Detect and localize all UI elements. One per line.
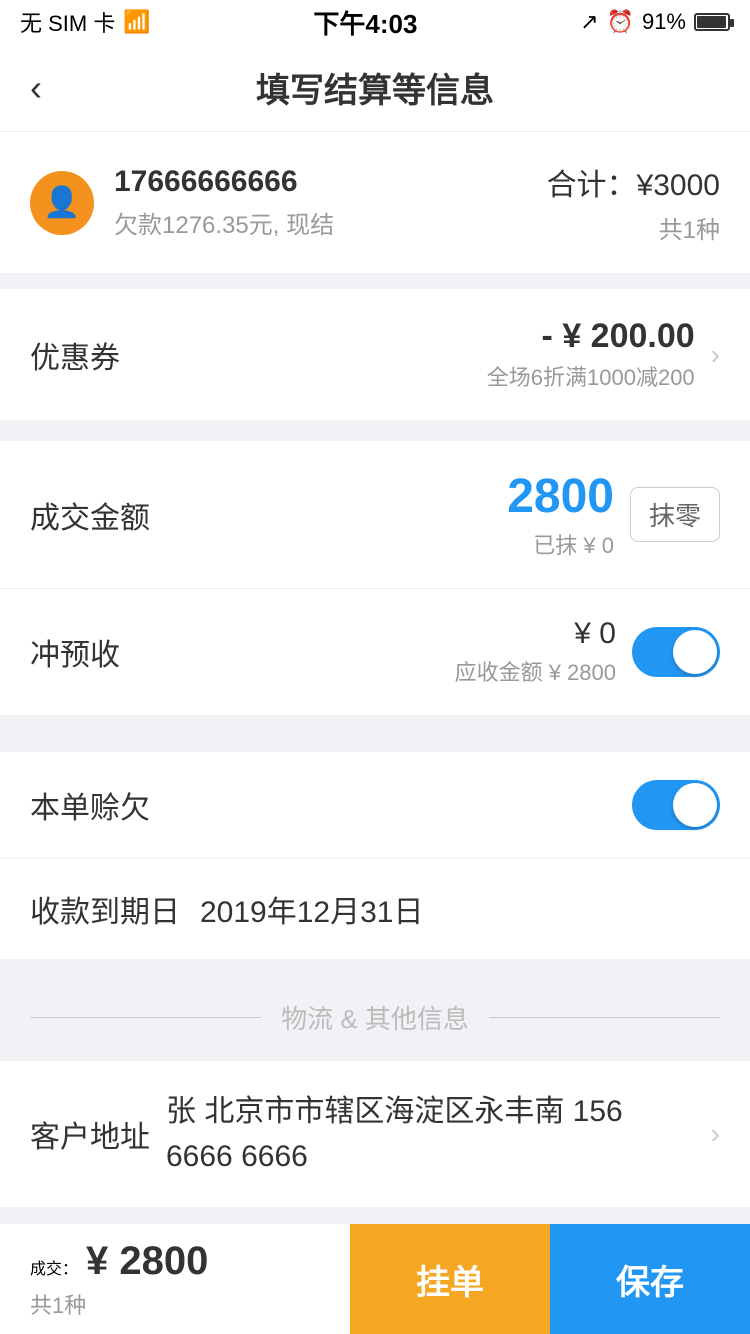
debit-label: 本单赊欠 xyxy=(30,783,150,827)
section-divider-2 xyxy=(0,716,750,736)
zero-button[interactable]: 抹零 xyxy=(630,487,720,542)
debit-row: 本单赊欠 xyxy=(0,752,750,858)
alarm-icon: ⏰ xyxy=(607,9,634,35)
divider-line-left xyxy=(30,1017,261,1018)
carrier-label: 无 SIM 卡 xyxy=(20,6,115,38)
logistics-divider: 物流 & 其他信息 xyxy=(0,975,750,1060)
nav-bar: ‹ 填写结算等信息 xyxy=(0,44,750,132)
duedate-row: 收款到期日 2019年12月31日 xyxy=(0,859,750,959)
battery-label: 91% xyxy=(642,9,686,35)
bottom-count: 共1种 xyxy=(30,1288,320,1320)
address-label: 客户地址 xyxy=(30,1112,150,1156)
total-amount: 合计：¥3000 xyxy=(547,160,720,204)
duedate-label: 收款到期日 xyxy=(30,887,180,931)
prepay-amount: ¥ 0 xyxy=(455,617,616,651)
receivable-amount: 应收金额 ¥ 2800 xyxy=(455,655,616,687)
address-value: 张 北京市市辖区海淀区永丰南 156 6666 6666 xyxy=(150,1089,711,1179)
total-count: 共1种 xyxy=(547,210,720,245)
back-button[interactable]: ‹ xyxy=(30,67,90,109)
customer-card: 👤 17666666666 欠款1276.35元, 现结 合计：¥3000 共1… xyxy=(0,132,750,273)
toggle-thumb xyxy=(673,630,717,674)
customer-phone: 17666666666 xyxy=(114,165,334,199)
debit-toggle-thumb xyxy=(673,783,717,827)
bottom-bar: 成交： ¥ 2800 共1种 挂单 保存 xyxy=(0,1224,750,1334)
customer-info: 17666666666 欠款1276.35元, 现结 xyxy=(114,165,334,240)
hold-button[interactable]: 挂单 xyxy=(350,1224,550,1334)
prepay-toggle[interactable] xyxy=(632,627,720,677)
status-left: 无 SIM 卡 📶 xyxy=(20,6,151,38)
debit-toggle[interactable] xyxy=(632,780,720,830)
save-button[interactable]: 保存 xyxy=(550,1224,750,1334)
address-chevron-icon: › xyxy=(711,1118,720,1150)
section-divider-1 xyxy=(0,421,750,441)
status-right: ↗ ⏰ 91% xyxy=(580,9,730,35)
wifi-icon: 📶 xyxy=(123,9,150,35)
coupon-row[interactable]: 优惠券 - ¥ 200.00 全场6折满1000减200 › xyxy=(0,289,750,421)
deal-amount-row: 成交金额 2800 已抹 ¥ 0 抹零 xyxy=(0,441,750,589)
avatar-icon: 👤 xyxy=(43,185,80,220)
logistics-label: 物流 & 其他信息 xyxy=(281,999,469,1036)
coupon-desc: 全场6折满1000减200 xyxy=(487,360,695,392)
customer-debt: 欠款1276.35元, 现结 xyxy=(114,205,334,240)
location-icon: ↗ xyxy=(580,9,598,35)
address-row[interactable]: 客户地址 张 北京市市辖区海淀区永丰南 156 6666 6666 › xyxy=(0,1061,750,1207)
bottom-amount: ¥ 2800 xyxy=(86,1239,208,1284)
duedate-value: 2019年12月31日 xyxy=(200,887,423,931)
battery-icon xyxy=(694,13,730,31)
prepay-label: 冲预收 xyxy=(30,630,120,674)
prepay-row: 冲预收 ¥ 0 应收金额 ¥ 2800 xyxy=(0,589,750,716)
coupon-label: 优惠券 xyxy=(30,333,120,377)
divider-line-right xyxy=(489,1017,720,1018)
status-bar: 无 SIM 卡 📶 下午4:03 ↗ ⏰ 91% xyxy=(0,0,750,44)
content-area: 👤 17666666666 欠款1276.35元, 现结 合计：¥3000 共1… xyxy=(0,132,750,1327)
coupon-amount: - ¥ 200.00 xyxy=(487,317,695,356)
page-title: 填写结算等信息 xyxy=(256,63,494,112)
status-time: 下午4:03 xyxy=(313,4,417,41)
deal-amount-value: 2800 xyxy=(507,469,614,524)
bottom-summary: 成交： ¥ 2800 共1种 xyxy=(0,1239,350,1320)
avatar: 👤 xyxy=(30,171,94,235)
already-zero: 已抹 ¥ 0 xyxy=(507,528,614,560)
deal-amount-label: 成交金额 xyxy=(30,493,150,537)
coupon-chevron-icon: › xyxy=(711,339,720,371)
customer-total: 合计：¥3000 共1种 xyxy=(547,160,720,245)
bottom-deal-label: 成交： xyxy=(30,1255,78,1279)
